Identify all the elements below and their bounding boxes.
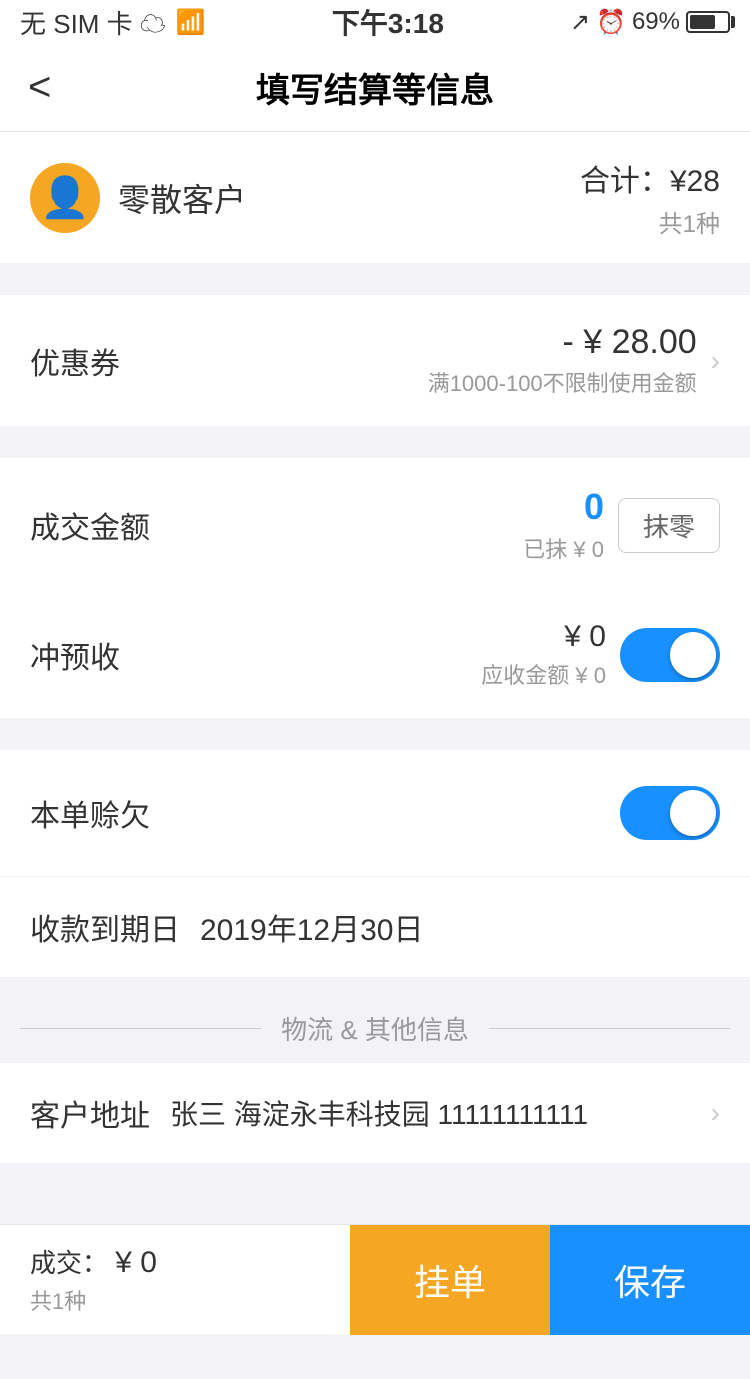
prepay-values: ¥ 0 应收金额 ¥ 0 (481, 620, 606, 690)
transaction-section: 成交金额 0 已抹 ¥ 0 抹零 冲预收 ¥ 0 应收金额 ¥ 0 (0, 458, 750, 718)
due-date-value: 2019年12月30日 (200, 905, 423, 949)
round-button[interactable]: 抹零 (618, 498, 720, 553)
transaction-sub: 已抹 ¥ 0 (523, 532, 604, 564)
address-section: 客户地址 张三 海淀永丰科技园 11111111111 › (0, 1063, 750, 1163)
coupon-row[interactable]: 优惠券 - ¥ 28.00 满1000-100不限制使用金额 › (0, 295, 750, 426)
debt-toggle-circle (670, 790, 716, 836)
debt-section: 本单赊欠 收款到期日 2019年12月30日 (0, 750, 750, 977)
customer-section: 👤 零散客户 合计：¥28 共1种 (0, 132, 750, 263)
address-value: 张三 海淀永丰科技园 11111111111 (170, 1093, 711, 1133)
prepay-row: 冲预收 ¥ 0 应收金额 ¥ 0 (0, 592, 750, 718)
sim-label: 无 SIM 卡 ☁ (20, 4, 166, 41)
battery-icon (686, 11, 730, 33)
transaction-value-block: 0 已抹 ¥ 0 (523, 486, 604, 564)
status-left: 无 SIM 卡 ☁ 📶 (20, 4, 206, 41)
battery-percent: 69% (632, 8, 680, 36)
transaction-value[interactable]: 0 (523, 486, 604, 528)
total-price: 合计：¥28 (580, 156, 720, 200)
coupon-right: - ¥ 28.00 满1000-100不限制使用金额 › (428, 323, 720, 398)
divider-3 (0, 734, 750, 750)
coupon-desc: 满1000-100不限制使用金额 (428, 366, 697, 398)
due-date-label: 收款到期日 (30, 905, 180, 949)
main-content: 👤 零散客户 合计：¥28 共1种 优惠券 - ¥ 28.00 满1000-10… (0, 132, 750, 1379)
coupon-label: 优惠券 (30, 339, 120, 383)
bottom-deal: 成交： ¥ 0 (30, 1243, 320, 1280)
nav-bar: < 填写结算等信息 (0, 44, 750, 132)
bottom-deal-label: 成交： (30, 1248, 108, 1278)
prepay-amount: ¥ 0 (481, 620, 606, 654)
prepay-desc: 应收金额 ¥ 0 (481, 658, 606, 690)
hold-button[interactable]: 挂单 (350, 1225, 550, 1335)
bottom-deal-amount: ¥ 0 (115, 1246, 157, 1279)
status-right: ↗ ⏰ 69% (570, 8, 730, 37)
logistics-label: 物流 & 其他信息 (281, 1010, 469, 1047)
location-icon: ↗ (570, 8, 590, 37)
divider-2 (0, 442, 750, 458)
chevron-right-icon: › (711, 345, 720, 377)
bottom-count: 共1种 (30, 1284, 320, 1316)
due-date-row[interactable]: 收款到期日 2019年12月30日 (0, 877, 750, 977)
coupon-section: 优惠券 - ¥ 28.00 满1000-100不限制使用金额 › (0, 295, 750, 426)
address-row[interactable]: 客户地址 张三 海淀永丰科技园 11111111111 › (0, 1063, 750, 1163)
customer-right: 合计：¥28 共1种 (580, 156, 720, 239)
debt-label: 本单赊欠 (30, 791, 150, 835)
logistics-divider: 物流 & 其他信息 (0, 993, 750, 1063)
debt-toggle[interactable] (620, 786, 720, 840)
address-chevron-icon: › (711, 1097, 720, 1129)
alarm-icon: ⏰ (596, 8, 626, 37)
prepay-right: ¥ 0 应收金额 ¥ 0 (481, 620, 720, 690)
address-label: 客户地址 (30, 1091, 150, 1135)
wifi-icon: 📶 (176, 8, 206, 37)
avatar: 👤 (30, 163, 100, 233)
bottom-info: 成交： ¥ 0 共1种 (0, 1243, 350, 1316)
transaction-label: 成交金额 (30, 503, 150, 547)
total-count: 共1种 (580, 204, 720, 239)
battery-fill (690, 15, 715, 29)
transaction-right: 0 已抹 ¥ 0 抹零 (523, 486, 720, 564)
divider-1 (0, 279, 750, 295)
prepay-toggle[interactable] (620, 628, 720, 682)
customer-left: 👤 零散客户 (30, 163, 246, 233)
coupon-amount: - ¥ 28.00 (428, 323, 697, 362)
debt-row: 本单赊欠 (0, 750, 750, 877)
coupon-value-block: - ¥ 28.00 满1000-100不限制使用金额 (428, 323, 697, 398)
save-button[interactable]: 保存 (550, 1225, 750, 1335)
transaction-row: 成交金额 0 已抹 ¥ 0 抹零 (0, 458, 750, 592)
status-bar: 无 SIM 卡 ☁ 📶 下午3:18 ↗ ⏰ 69% (0, 0, 750, 44)
customer-name: 零散客户 (118, 175, 246, 221)
back-button[interactable]: < (28, 65, 51, 110)
status-time: 下午3:18 (332, 2, 444, 42)
prepay-label: 冲预收 (30, 633, 120, 677)
toggle-circle (670, 632, 716, 678)
avatar-icon: 👤 (40, 174, 90, 221)
bottom-bar: 成交： ¥ 0 共1种 挂单 保存 (0, 1224, 750, 1334)
page-title: 填写结算等信息 (256, 63, 494, 112)
